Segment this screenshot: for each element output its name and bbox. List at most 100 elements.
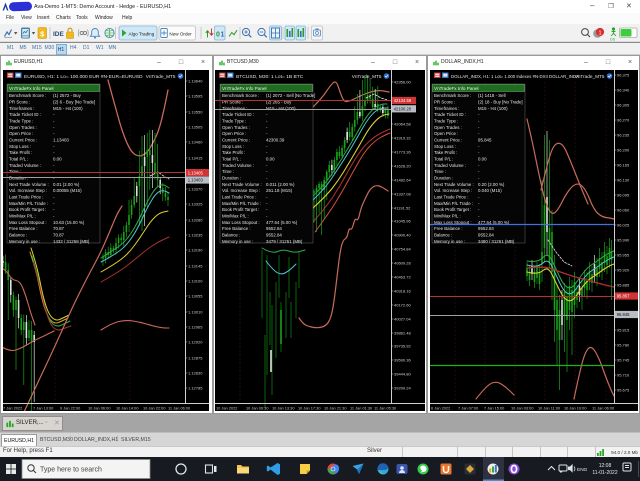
svg-text:95.710: 95.710 xyxy=(617,373,630,378)
svg-text:Algo Trading: Algo Trading xyxy=(129,32,155,37)
svg-text:10 Jan 13:30: 10 Jan 13:30 xyxy=(272,406,295,411)
svg-text:Current Price :: Current Price : xyxy=(9,138,37,143)
svg-text:Time :: Time : xyxy=(222,169,234,174)
svg-text:1: 1 xyxy=(221,32,225,39)
svg-text:Trade Type :: Trade Type : xyxy=(434,119,458,124)
svg-text:1.13640: 1.13640 xyxy=(188,79,203,84)
svg-text:10.63 (15.00 %): 10.63 (15.00 %) xyxy=(53,220,85,225)
svg-text:70.87: 70.87 xyxy=(53,226,65,231)
svg-text:Last Trade Price :: Last Trade Price : xyxy=(222,195,256,200)
svg-text:1.13460: 1.13460 xyxy=(188,140,203,145)
svg-text:1.13145: 1.13145 xyxy=(188,264,203,269)
svg-text:Current Price :: Current Price : xyxy=(222,138,250,143)
svg-text:10 Jan 06:00: 10 Jan 06:00 xyxy=(88,406,111,411)
svg-text:Book Profit Target :: Book Profit Target : xyxy=(9,207,46,212)
svg-text:Benchmark Score :: Benchmark Score : xyxy=(9,93,46,98)
svg-text:41628.20: 41628.20 xyxy=(394,164,411,169)
svg-text:11 Jan 01:30: 11 Jan 01:30 xyxy=(350,406,373,411)
svg-text:0: 0 xyxy=(216,32,220,39)
svg-text:Memory in use :: Memory in use : xyxy=(434,239,465,244)
svg-text:Min/Max P/L :: Min/Max P/L : xyxy=(9,214,36,219)
svg-text:Memory in use :: Memory in use : xyxy=(9,239,40,244)
svg-text:VnTradeFx Info Panel: VnTradeFx Info Panel xyxy=(9,86,54,91)
svg-text:Book Profit Target :: Book Profit Target : xyxy=(434,207,471,212)
svg-text:Max/Min P/L Trade :: Max/Min P/L Trade : xyxy=(9,201,48,206)
svg-text:40318.16: 40318.16 xyxy=(394,289,411,294)
svg-text:95.780: 95.780 xyxy=(617,343,630,348)
svg-text:Next Trade Volume :: Next Trade Volume : xyxy=(222,182,262,187)
svg-text:96.270: 96.270 xyxy=(617,118,630,123)
svg-text:10 Jan 09:30: 10 Jan 09:30 xyxy=(246,406,269,411)
svg-text:10 Jan 14:00: 10 Jan 14:00 xyxy=(116,406,139,411)
svg-text:39444.80: 39444.80 xyxy=(394,372,411,377)
svg-text:1.13100: 1.13100 xyxy=(188,279,203,284)
svg-text:Memory in use :: Memory in use : xyxy=(222,239,253,244)
svg-text:95.675: 95.675 xyxy=(617,388,630,393)
svg-text:Balance :: Balance : xyxy=(434,233,452,238)
svg-text:41773.36: 41773.36 xyxy=(394,150,411,155)
svg-text:Last Trade Price :: Last Trade Price : xyxy=(9,195,43,200)
svg-text:9552.84: 9552.84 xyxy=(266,233,282,238)
svg-text:Balance :: Balance : xyxy=(222,233,240,238)
svg-text:3480 / 31251 (MB): 3480 / 31251 (MB) xyxy=(478,239,515,244)
svg-text:New Order: New Order xyxy=(169,32,192,37)
svg-text:VnTradeFx Info Panel: VnTradeFx Info Panel xyxy=(434,86,479,91)
svg-text:96.025: 96.025 xyxy=(617,223,630,228)
svg-text:41482.64: 41482.64 xyxy=(394,178,411,183)
svg-text:Open Price :: Open Price : xyxy=(9,131,33,136)
svg-text:0.011 (2.00 %): 0.011 (2.00 %) xyxy=(266,182,295,187)
svg-text:95.745: 95.745 xyxy=(617,358,630,363)
svg-text:39881.48: 39881.48 xyxy=(394,331,411,336)
svg-text:Min/Max P/L :: Min/Max P/L : xyxy=(434,214,461,219)
svg-text:Trade Ticket ID :: Trade Ticket ID : xyxy=(434,112,466,117)
svg-text:6 Jan 2022: 6 Jan 2022 xyxy=(431,406,450,411)
svg-text:Benchmark Score :: Benchmark Score : xyxy=(222,93,259,98)
svg-text:41337.08: 41337.08 xyxy=(394,192,411,197)
svg-text:96.235: 96.235 xyxy=(617,133,630,138)
svg-text:Trade Type :: Trade Type : xyxy=(222,119,246,124)
svg-text:Duration :: Duration : xyxy=(222,176,241,181)
svg-text:10 Jan 21:30: 10 Jan 21:30 xyxy=(324,406,347,411)
svg-text:1.12830: 1.12830 xyxy=(188,371,203,376)
svg-text:Trade Ticket ID :: Trade Ticket ID : xyxy=(222,112,254,117)
svg-text:1: 1 xyxy=(598,30,601,36)
svg-text:11 Jan 05:30: 11 Jan 05:30 xyxy=(374,406,397,411)
svg-text:40027.04: 40027.04 xyxy=(394,317,411,322)
svg-text:Total P/L :: Total P/L : xyxy=(222,157,241,162)
svg-text:Traded Volume :: Traded Volume : xyxy=(434,163,466,168)
svg-text:Vol. Increase Step :: Vol. Increase Step : xyxy=(434,188,472,193)
svg-text:42356.00: 42356.00 xyxy=(394,80,411,85)
svg-text:0.01 (2.00 %): 0.01 (2.00 %) xyxy=(53,182,80,187)
svg-text:0.040 (M15): 0.040 (M15) xyxy=(478,188,502,193)
svg-text:11-01-2022: 11-01-2022 xyxy=(592,470,617,476)
svg-text:Last Trade Price :: Last Trade Price : xyxy=(434,195,468,200)
svg-text:Max/Min P/L Trade :: Max/Min P/L Trade : xyxy=(434,201,473,206)
svg-text:95.920: 95.920 xyxy=(617,268,630,273)
svg-text:95.845: 95.845 xyxy=(617,312,630,317)
svg-text:Timeframes :: Timeframes : xyxy=(9,106,34,111)
svg-text:10 Jan 19:00: 10 Jan 19:00 xyxy=(564,406,587,411)
svg-text:96.130: 96.130 xyxy=(617,178,630,183)
svg-text:DOLLAR_INDX, H1: 1 Lot= 1.000: DOLLAR_INDX, H1: 1 Lot= 1.000 Indexes #N… xyxy=(451,74,579,79)
svg-text:Min/Max P/L :: Min/Max P/L : xyxy=(222,214,249,219)
svg-text:Free Balance :: Free Balance : xyxy=(434,226,463,231)
svg-text:95.955: 95.955 xyxy=(617,253,630,258)
svg-text:96.340: 96.340 xyxy=(617,88,630,93)
svg-text:Open Trades :: Open Trades : xyxy=(222,125,250,130)
svg-text:Max/Min P/L Trade :: Max/Min P/L Trade : xyxy=(222,201,261,206)
svg-text:VnTrade_MT5: VnTrade_MT5 xyxy=(575,74,605,79)
svg-text:1.12785: 1.12785 xyxy=(188,386,203,391)
svg-text:7 Jan 07:00: 7 Jan 07:00 xyxy=(458,406,479,411)
svg-text:0.00: 0.00 xyxy=(53,157,62,162)
svg-text:1.12965: 1.12965 xyxy=(188,325,203,330)
svg-text:95.990: 95.990 xyxy=(617,238,630,243)
svg-text:40609.28: 40609.28 xyxy=(394,261,411,266)
svg-text:Traded Volume :: Traded Volume : xyxy=(222,163,254,168)
svg-text:1.13505: 1.13505 xyxy=(188,125,203,130)
svg-text:Stop Loss :: Stop Loss : xyxy=(434,144,456,149)
svg-text:Next Trade Volume :: Next Trade Volume : xyxy=(434,182,474,187)
svg-text:(1) 2572 - Buy: (1) 2572 - Buy xyxy=(53,93,82,98)
svg-text:70.87: 70.87 xyxy=(53,233,65,238)
svg-text:VnTrade_MT5: VnTrade_MT5 xyxy=(146,74,176,79)
svg-text:Book Profit Target :: Book Profit Target : xyxy=(222,207,259,212)
